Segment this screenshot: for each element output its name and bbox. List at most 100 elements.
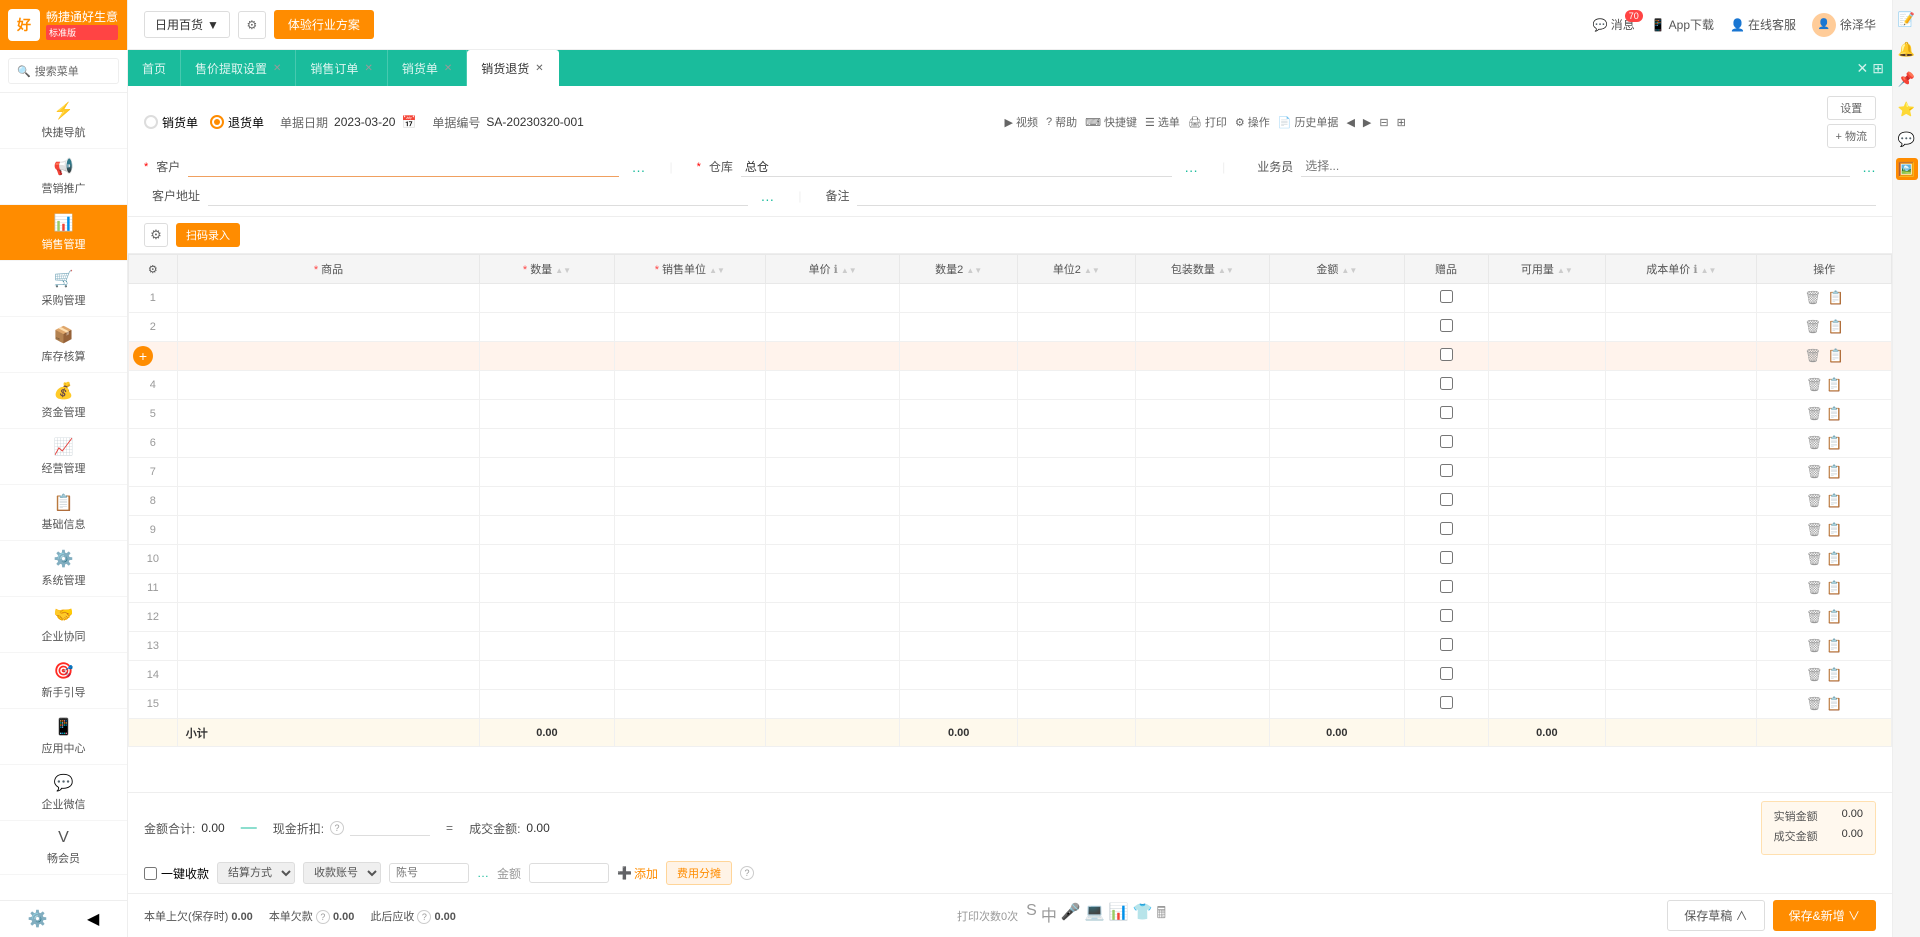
copy-row-13[interactable]: 📋 bbox=[1824, 636, 1844, 656]
online-service-button[interactable]: 👤 在线客服 bbox=[1730, 16, 1796, 33]
topbar-settings-button[interactable]: ⚙ bbox=[238, 11, 266, 39]
delete-row-12[interactable]: 🗑 bbox=[1804, 607, 1825, 627]
tab-menu[interactable]: ⊞ bbox=[1872, 60, 1884, 77]
table-gear-button[interactable]: ⚙ bbox=[144, 223, 168, 247]
discount-help-icon[interactable]: ? bbox=[330, 821, 344, 835]
tab-close-sales-delivery[interactable]: ✕ bbox=[444, 63, 452, 74]
gift-cell-1[interactable] bbox=[1404, 284, 1488, 313]
tab-home[interactable]: 首页 bbox=[128, 50, 181, 86]
account-select[interactable]: 收款账号 bbox=[303, 862, 381, 884]
action-shortcut[interactable]: ⌨ 快捷键 bbox=[1085, 114, 1137, 130]
gift-check-1[interactable] bbox=[1440, 290, 1453, 303]
tab-sales-delivery[interactable]: 销货单 ✕ bbox=[388, 50, 467, 86]
cost-cell-1[interactable] bbox=[1606, 284, 1757, 313]
discount-input[interactable] bbox=[350, 821, 430, 836]
copy-row-2[interactable]: 📋 bbox=[1826, 317, 1846, 337]
goods-cell-1[interactable] bbox=[177, 284, 480, 313]
gift-check-3[interactable] bbox=[1440, 348, 1453, 361]
copy-row-12[interactable]: 📋 bbox=[1824, 607, 1844, 627]
tab-close-sales-return[interactable]: ✕ bbox=[535, 63, 543, 74]
qty-cell-1[interactable] bbox=[480, 284, 614, 313]
pack-cell-1[interactable] bbox=[1135, 284, 1269, 313]
sidebar-collapse-icon[interactable]: ◀ bbox=[87, 909, 99, 929]
sidebar-item-sales[interactable]: 📊 销售管理 bbox=[0, 205, 127, 261]
radio-sale[interactable]: 销货单 bbox=[144, 114, 198, 131]
copy-row-4[interactable]: 📋 bbox=[1824, 375, 1844, 395]
tab-close-all[interactable]: ✕ bbox=[1857, 60, 1869, 77]
sidebar-item-quick-nav[interactable]: ⚡ 快捷导航 bbox=[0, 93, 127, 149]
search-menu-button[interactable]: 🔍 搜索菜单 bbox=[8, 58, 119, 84]
customer-input[interactable] bbox=[188, 156, 619, 177]
action-history[interactable]: 📄 历史单据 bbox=[1278, 114, 1339, 130]
amount-cell-1[interactable] bbox=[1270, 284, 1404, 313]
footer-icon-6[interactable]: 👕 bbox=[1133, 902, 1153, 929]
delete-row-7[interactable]: 🗑 bbox=[1804, 462, 1825, 482]
next-record[interactable]: ▶ bbox=[1363, 116, 1371, 129]
delete-row-11[interactable]: 🗑 bbox=[1804, 578, 1825, 598]
delete-row-1[interactable]: 🗑 bbox=[1802, 288, 1823, 308]
fee-help-icon[interactable]: ? bbox=[740, 866, 754, 880]
address-input[interactable] bbox=[208, 185, 748, 206]
customer-select-btn[interactable]: … bbox=[631, 159, 645, 175]
scan-input-button[interactable]: 扫码录入 bbox=[176, 223, 240, 247]
copy-row-1[interactable]: 📋 bbox=[1826, 288, 1846, 308]
address-select-btn[interactable]: … bbox=[760, 188, 774, 204]
rp-icon-3[interactable]: 📌 bbox=[1896, 68, 1918, 90]
copy-row-5[interactable]: 📋 bbox=[1824, 404, 1844, 424]
unit2-cell-1[interactable] bbox=[1018, 284, 1136, 313]
tab-close-price-settings[interactable]: ✕ bbox=[273, 63, 281, 74]
action-video[interactable]: ▶ 视频 bbox=[1005, 114, 1038, 130]
sidebar-item-system[interactable]: ⚙️ 系统管理 bbox=[0, 541, 127, 597]
sidebar-settings-icon[interactable]: ⚙️ bbox=[28, 909, 48, 929]
tab-close-sales-order[interactable]: ✕ bbox=[364, 63, 372, 74]
amount-input[interactable] bbox=[529, 863, 609, 883]
footer-icon-3[interactable]: 🎤 bbox=[1061, 902, 1081, 929]
action-operate[interactable]: ⚙ 操作 bbox=[1235, 114, 1270, 130]
copy-row-9[interactable]: 📋 bbox=[1824, 520, 1844, 540]
settings-button[interactable]: 设置 bbox=[1827, 96, 1876, 120]
copy-row-15[interactable]: 📋 bbox=[1824, 694, 1844, 714]
goods-input-1[interactable] bbox=[182, 292, 476, 304]
rp-icon-6[interactable]: 🖼️ bbox=[1896, 158, 1918, 180]
rp-icon-5[interactable]: 💬 bbox=[1896, 128, 1918, 150]
copy-row-10[interactable]: 📋 bbox=[1824, 549, 1844, 569]
delete-row-8[interactable]: 🗑 bbox=[1804, 491, 1825, 511]
gift-check-2[interactable] bbox=[1440, 319, 1453, 332]
sidebar-item-finance[interactable]: 💰 资金管理 bbox=[0, 373, 127, 429]
view-list[interactable]: ⊟ bbox=[1379, 116, 1388, 129]
sidebar-item-wechat[interactable]: 💬 企业微信 bbox=[0, 765, 127, 821]
warehouse-input[interactable] bbox=[741, 156, 1172, 177]
delete-row-5[interactable]: 🗑 bbox=[1804, 404, 1825, 424]
industry-select[interactable]: 日用百货 ▼ bbox=[144, 11, 230, 38]
copy-row-14[interactable]: 📋 bbox=[1824, 665, 1844, 685]
view-detail[interactable]: ⊞ bbox=[1397, 116, 1406, 129]
price-cell-1[interactable] bbox=[765, 284, 899, 313]
copy-row-3[interactable]: 📋 bbox=[1826, 346, 1846, 366]
receivable-help-icon[interactable]: ? bbox=[417, 910, 431, 924]
tab-price-settings[interactable]: 售价提取设置 ✕ bbox=[181, 50, 296, 86]
save-new-button[interactable]: 保存&新增 ∨ bbox=[1773, 900, 1876, 931]
footer-icon-4[interactable]: 💻 bbox=[1085, 902, 1105, 929]
account-input[interactable] bbox=[389, 863, 469, 883]
sidebar-item-basic[interactable]: 📋 基础信息 bbox=[0, 485, 127, 541]
save-draft-button[interactable]: 保存草稿 ∧ bbox=[1667, 900, 1764, 931]
tab-sales-return[interactable]: 销货退货 ✕ bbox=[467, 50, 558, 86]
copy-row-11[interactable]: 📋 bbox=[1824, 578, 1844, 598]
sidebar-item-marketing[interactable]: 📢 营销推广 bbox=[0, 149, 127, 205]
sidebar-item-purchase[interactable]: 🛒 采购管理 bbox=[0, 261, 127, 317]
app-download-button[interactable]: 📱 App下载 bbox=[1651, 16, 1714, 33]
col-settings-icon[interactable]: ⚙ bbox=[148, 264, 158, 276]
unit-cell-1[interactable] bbox=[614, 284, 765, 313]
delete-row-4[interactable]: 🗑 bbox=[1804, 375, 1825, 395]
logistics-button[interactable]: + 物流 bbox=[1827, 124, 1876, 148]
staff-select-btn[interactable]: … bbox=[1862, 159, 1876, 175]
message-button[interactable]: 💬 消息 70 bbox=[1593, 16, 1635, 33]
rp-icon-2[interactable]: 🔔 bbox=[1896, 38, 1918, 60]
action-help[interactable]: ? 帮助 bbox=[1046, 114, 1077, 130]
settlement-select[interactable]: 结算方式 bbox=[217, 862, 295, 884]
debt-help-icon[interactable]: ? bbox=[316, 910, 330, 924]
delete-row-13[interactable]: 🗑 bbox=[1804, 636, 1825, 656]
delete-row-6[interactable]: 🗑 bbox=[1804, 433, 1825, 453]
footer-icon-7[interactable]: 🖩 bbox=[1157, 902, 1167, 929]
staff-input[interactable] bbox=[1301, 156, 1850, 177]
